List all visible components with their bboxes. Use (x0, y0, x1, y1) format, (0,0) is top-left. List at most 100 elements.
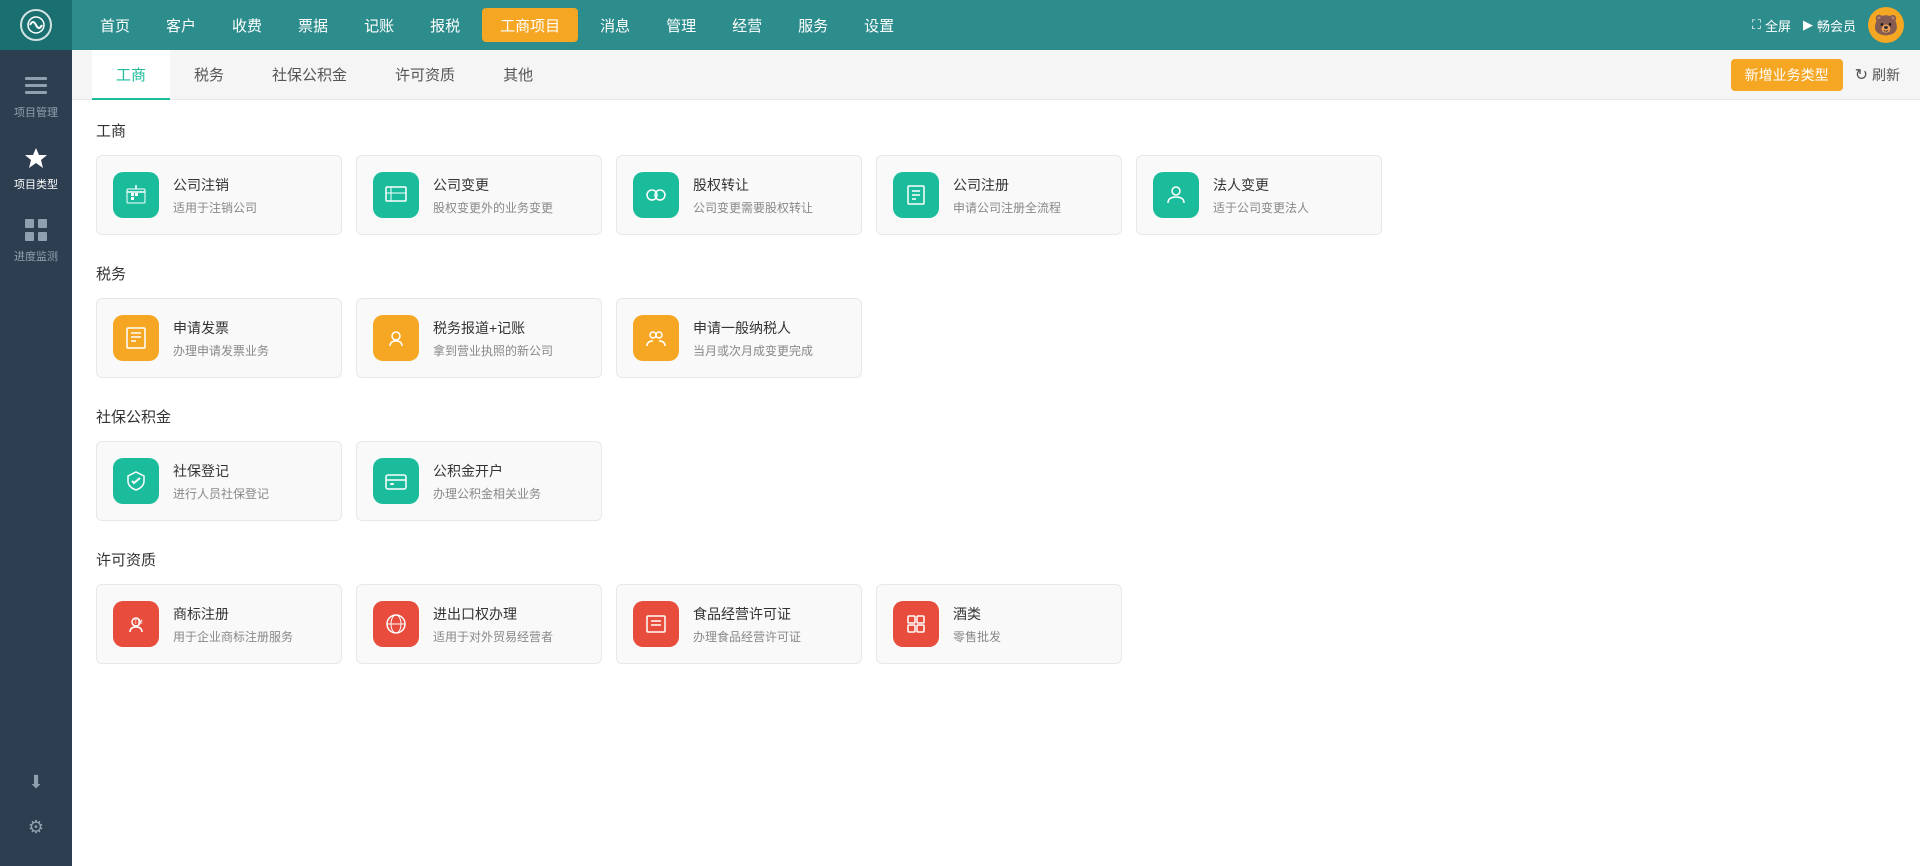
nav-item-票据[interactable]: 票据 (280, 0, 346, 50)
card-社保登记[interactable]: 社保登记进行人员社保登记 (96, 441, 342, 521)
card-商标注册[interactable]: TM 商标注册用于企业商标注册服务 (96, 584, 342, 664)
card-icon-税务报道+记账 (373, 315, 419, 361)
card-icon-酒类 (893, 601, 939, 647)
section-title-xuke: 许可资质 (96, 549, 1896, 570)
card-title-公积金开户: 公积金开户 (433, 461, 585, 481)
card-desc-申请发票: 办理申请发票业务 (173, 342, 325, 359)
card-税务报道+记账[interactable]: 税务报道+记账拿到营业执照的新公司 (356, 298, 602, 378)
card-title-进出口权办理: 进出口权办理 (433, 604, 585, 624)
card-公司注册[interactable]: 公司注册申请公司注册全流程 (876, 155, 1122, 235)
cards-grid-shebao: 社保登记进行人员社保登记 公积金开户办理公积金相关业务 (96, 441, 1896, 521)
nav-item-工商项目[interactable]: 工商项目 (482, 8, 578, 42)
card-info-社保登记: 社保登记进行人员社保登记 (173, 461, 325, 502)
tab-其他[interactable]: 其他 (479, 50, 557, 100)
card-title-申请一般纳税人: 申请一般纳税人 (693, 318, 845, 338)
card-info-股权转让: 股权转让公司变更需要股权转让 (693, 175, 845, 216)
card-title-食品经营许可证: 食品经营许可证 (693, 604, 845, 624)
cards-grid-gongshang: 公司注销适用于注销公司公司变更股权变更外的业务变更股权转让公司变更需要股权转让公… (96, 155, 1896, 235)
nav-item-设置[interactable]: 设置 (846, 0, 912, 50)
vip-button[interactable]: ▶ 畅会员 (1803, 16, 1856, 35)
tab-税务[interactable]: 税务 (170, 50, 248, 100)
main-layout: 项目管理项目类型进度监测 ⬇⚙ 工商税务社保公积金许可资质其他 新增业务类型 ↻… (0, 50, 1920, 866)
new-type-button[interactable]: 新增业务类型 (1731, 59, 1843, 91)
card-公积金开户[interactable]: 公积金开户办理公积金相关业务 (356, 441, 602, 521)
nav-right: ⛶ 全屏 ▶ 畅会员 🐻 (1752, 7, 1920, 43)
card-酒类[interactable]: 酒类零售批发 (876, 584, 1122, 664)
card-desc-公积金开户: 办理公积金相关业务 (433, 485, 585, 502)
card-title-法人变更: 法人变更 (1213, 175, 1365, 195)
sidebar-item-进度监测[interactable]: 进度监测 (0, 204, 72, 276)
fullscreen-button[interactable]: ⛶ 全屏 (1752, 16, 1791, 35)
card-desc-商标注册: 用于企业商标注册服务 (173, 628, 325, 645)
card-desc-申请一般纳税人: 当月或次月成变更完成 (693, 342, 845, 359)
card-info-公司注销: 公司注销适用于注销公司 (173, 175, 325, 216)
sidebar-item-项目管理[interactable]: 项目管理 (0, 60, 72, 132)
card-desc-公司注销: 适用于注销公司 (173, 199, 325, 216)
card-公司变更[interactable]: 公司变更股权变更外的业务变更 (356, 155, 602, 235)
card-法人变更[interactable]: 法人变更适于公司变更法人 (1136, 155, 1382, 235)
card-食品经营许可证[interactable]: 食品经营许可证办理食品经营许可证 (616, 584, 862, 664)
sidebar-item-项目类型[interactable]: 项目类型 (0, 132, 72, 204)
sidebar-bottom: 项目管理项目类型进度监测 (0, 60, 72, 760)
card-icon-公积金开户 (373, 458, 419, 504)
card-desc-社保登记: 进行人员社保登记 (173, 485, 325, 502)
card-icon-股权转让 (633, 172, 679, 218)
section-title-shuiwu: 税务 (96, 263, 1896, 284)
nav-item-消息[interactable]: 消息 (582, 0, 648, 50)
card-desc-公司变更: 股权变更外的业务变更 (433, 199, 585, 216)
card-title-商标注册: 商标注册 (173, 604, 325, 624)
card-desc-酒类: 零售批发 (953, 628, 1105, 645)
tab-许可资质[interactable]: 许可资质 (371, 50, 479, 100)
card-info-酒类: 酒类零售批发 (953, 604, 1105, 645)
card-desc-股权转让: 公司变更需要股权转让 (693, 199, 845, 216)
sidebar-icon-项目管理 (22, 72, 50, 100)
card-股权转让[interactable]: 股权转让公司变更需要股权转让 (616, 155, 862, 235)
nav-item-记账[interactable]: 记账 (346, 0, 412, 50)
nav-item-收费[interactable]: 收费 (214, 0, 280, 50)
card-title-税务报道+记账: 税务报道+记账 (433, 318, 585, 338)
card-title-酒类: 酒类 (953, 604, 1105, 624)
sidebar-label-项目类型: 项目类型 (14, 176, 58, 192)
card-申请一般纳税人[interactable]: 申请一般纳税人当月或次月成变更完成 (616, 298, 862, 378)
logo[interactable] (0, 0, 72, 50)
sidebar-bottom-settings-icon[interactable]: ⚙ (0, 805, 72, 850)
sidebar-icon-进度监测 (22, 216, 50, 244)
card-公司注销[interactable]: 公司注销适用于注销公司 (96, 155, 342, 235)
card-title-社保登记: 社保登记 (173, 461, 325, 481)
tab-社保公积金[interactable]: 社保公积金 (248, 50, 371, 100)
card-icon-社保登记 (113, 458, 159, 504)
fullscreen-icon: ⛶ (1752, 17, 1761, 33)
card-申请发票[interactable]: 申请发票办理申请发票业务 (96, 298, 342, 378)
card-icon-进出口权办理 (373, 601, 419, 647)
card-icon-商标注册: TM (113, 601, 159, 647)
card-icon-公司注销 (113, 172, 159, 218)
card-desc-法人变更: 适于公司变更法人 (1213, 199, 1365, 216)
nav-item-报税[interactable]: 报税 (412, 0, 478, 50)
card-进出口权办理[interactable]: 进出口权办理适用于对外贸易经营者 (356, 584, 602, 664)
card-info-进出口权办理: 进出口权办理适用于对外贸易经营者 (433, 604, 585, 645)
nav-item-服务[interactable]: 服务 (780, 0, 846, 50)
nav-item-管理[interactable]: 管理 (648, 0, 714, 50)
nav-item-客户[interactable]: 客户 (148, 0, 214, 50)
nav-item-首页[interactable]: 首页 (82, 0, 148, 50)
sidebar-icon-项目类型 (22, 144, 50, 172)
refresh-label: 刷新 (1872, 65, 1900, 85)
sidebar-bottom-download-icon[interactable]: ⬇ (0, 760, 72, 805)
fullscreen-label: 全屏 (1765, 16, 1791, 35)
nav-menu: 首页客户收费票据记账报税工商项目消息管理经营服务设置 (72, 0, 1752, 50)
card-icon-公司注册 (893, 172, 939, 218)
nav-item-经营[interactable]: 经营 (714, 0, 780, 50)
card-icon-公司变更 (373, 172, 419, 218)
card-info-公司变更: 公司变更股权变更外的业务变更 (433, 175, 585, 216)
content-scroll[interactable]: 工商公司注销适用于注销公司公司变更股权变更外的业务变更股权转让公司变更需要股权转… (72, 100, 1920, 866)
card-desc-进出口权办理: 适用于对外贸易经营者 (433, 628, 585, 645)
tab-工商[interactable]: 工商 (92, 50, 170, 100)
card-info-公积金开户: 公积金开户办理公积金相关业务 (433, 461, 585, 502)
sidebar-label-进度监测: 进度监测 (14, 248, 58, 264)
card-title-股权转让: 股权转让 (693, 175, 845, 195)
refresh-button[interactable]: ↻ 刷新 (1855, 65, 1900, 85)
card-info-申请一般纳税人: 申请一般纳税人当月或次月成变更完成 (693, 318, 845, 359)
content-area: 工商税务社保公积金许可资质其他 新增业务类型 ↻ 刷新 工商公司注销适用于注销公… (72, 50, 1920, 866)
card-info-申请发票: 申请发票办理申请发票业务 (173, 318, 325, 359)
card-info-税务报道+记账: 税务报道+记账拿到营业执照的新公司 (433, 318, 585, 359)
